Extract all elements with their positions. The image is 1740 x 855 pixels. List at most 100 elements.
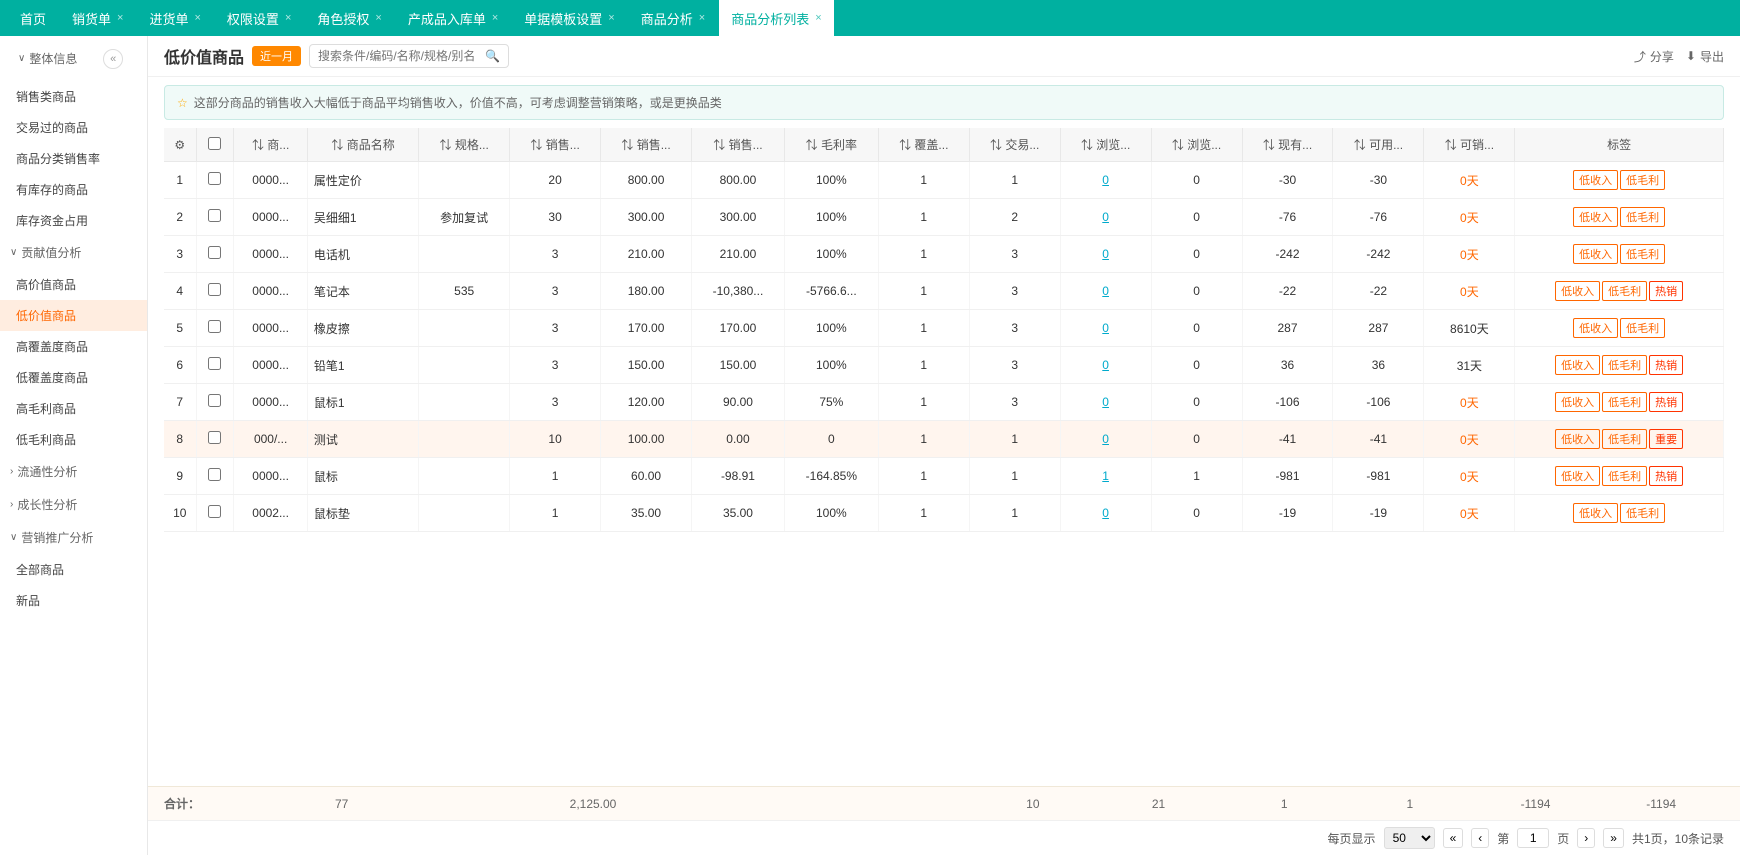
nav-product-inbound[interactable]: 产成品入库单 × xyxy=(396,0,510,36)
sidebar-item-stock-products[interactable]: 有库存的商品 xyxy=(0,174,147,205)
select-all-checkbox[interactable] xyxy=(208,137,221,150)
per-page-select[interactable]: 50 100 200 xyxy=(1384,827,1435,849)
row-checkbox-cell xyxy=(196,384,234,421)
row-name: 鼠标垫 xyxy=(307,495,418,532)
sidebar-item-sales-products[interactable]: 销售类商品 xyxy=(0,81,147,112)
col-views1[interactable]: ⇅ 浏览... xyxy=(1060,128,1151,162)
col-checkbox[interactable] xyxy=(196,128,234,162)
row-views1[interactable]: 1 xyxy=(1060,458,1151,495)
sidebar-item-new-products[interactable]: 新品 xyxy=(0,585,147,616)
export-button[interactable]: ⬇ 导出 xyxy=(1686,48,1724,65)
first-page-button[interactable]: « xyxy=(1443,828,1464,848)
col-trade-count[interactable]: ⇅ 交易... xyxy=(969,128,1060,162)
row-checkbox[interactable] xyxy=(208,394,221,407)
close-product-analysis[interactable]: × xyxy=(699,12,705,24)
footer-values: 77 2,125.00 10 21 1 1 -1194 -1194 xyxy=(216,797,1724,811)
row-sellable-days: 0天 xyxy=(1424,162,1515,199)
row-trade-count: 3 xyxy=(969,310,1060,347)
close-product-inbound[interactable]: × xyxy=(492,12,498,24)
row-checkbox[interactable] xyxy=(208,246,221,259)
search-input[interactable] xyxy=(309,44,509,68)
close-role-auth[interactable]: × xyxy=(375,12,381,24)
close-permission-settings[interactable]: × xyxy=(285,12,291,24)
nav-sales-order[interactable]: 销货单 × xyxy=(60,0,135,36)
col-code[interactable]: ⇅ 商... xyxy=(234,128,307,162)
nav-purchase-order[interactable]: 进货单 × xyxy=(137,0,212,36)
sidebar-item-traded-products[interactable]: 交易过的商品 xyxy=(0,112,147,143)
row-checkbox[interactable] xyxy=(208,431,221,444)
close-product-analysis-list[interactable]: × xyxy=(815,12,821,24)
row-views1[interactable]: 0 xyxy=(1060,162,1151,199)
next-page-button[interactable]: › xyxy=(1577,828,1595,848)
row-tags: 低收入低毛利热销 xyxy=(1515,273,1724,310)
col-sale-qty[interactable]: ⇅ 销售... xyxy=(510,128,601,162)
row-views1[interactable]: 0 xyxy=(1060,310,1151,347)
col-views2[interactable]: ⇅ 浏览... xyxy=(1151,128,1242,162)
row-views1[interactable]: 0 xyxy=(1060,495,1151,532)
section-growth-analysis[interactable]: › 成长性分析 xyxy=(0,488,147,521)
col-sellable-stock[interactable]: ⇅ 可销... xyxy=(1424,128,1515,162)
nav-product-analysis[interactable]: 商品分析 × xyxy=(629,0,717,36)
sidebar-item-all-products[interactable]: 全部商品 xyxy=(0,554,147,585)
col-gross-margin[interactable]: ⇅ 毛利率 xyxy=(784,128,878,162)
col-available-stock[interactable]: ⇅ 可用... xyxy=(1333,128,1424,162)
nav-template-settings[interactable]: 单据模板设置 × xyxy=(512,0,626,36)
sidebar-item-low-coverage[interactable]: 低覆盖度商品 xyxy=(0,362,147,393)
row-views1[interactable]: 0 xyxy=(1060,347,1151,384)
sidebar-collapse-button[interactable]: « xyxy=(103,49,123,69)
col-sale-price[interactable]: ⇅ 销售... xyxy=(601,128,692,162)
col-settings[interactable]: ⚙ xyxy=(164,128,196,162)
row-views1[interactable]: 0 xyxy=(1060,199,1151,236)
row-gross-margin: 100% xyxy=(784,199,878,236)
row-checkbox[interactable] xyxy=(208,172,221,185)
row-checkbox[interactable] xyxy=(208,357,221,370)
nav-home[interactable]: 首页 xyxy=(8,0,58,36)
section-overall-info[interactable]: ∨ 整体信息 xyxy=(8,42,87,75)
row-trade-count: 3 xyxy=(969,236,1060,273)
col-sale-amount[interactable]: ⇅ 销售... xyxy=(692,128,785,162)
row-current-stock: -106 xyxy=(1242,384,1333,421)
row-views1[interactable]: 0 xyxy=(1060,421,1151,458)
row-checkbox[interactable] xyxy=(208,468,221,481)
row-views1[interactable]: 0 xyxy=(1060,273,1151,310)
row-views2: 0 xyxy=(1151,273,1242,310)
share-button[interactable]: ⤴ 分享 xyxy=(1634,48,1674,65)
sidebar-item-high-value[interactable]: 高价值商品 xyxy=(0,269,147,300)
info-text: 这部分商品的销售收入大幅低于商品平均销售收入，价值不高，可考虑调整营销策略，或是… xyxy=(194,94,722,111)
col-spec[interactable]: ⇅ 规格... xyxy=(419,128,510,162)
section-contribution-analysis[interactable]: ∨ 贡献值分析 xyxy=(0,236,147,269)
nav-product-analysis-list[interactable]: 商品分析列表 × xyxy=(719,0,833,36)
data-table-wrapper[interactable]: ⚙ ⇅ 商... ⇅ 商品名称 ⇅ 规格... ⇅ 销售... ⇅ 销售... … xyxy=(148,128,1740,786)
search-icon[interactable]: 🔍 xyxy=(485,49,500,63)
sidebar-item-high-coverage[interactable]: 高覆盖度商品 xyxy=(0,331,147,362)
row-views1[interactable]: 0 xyxy=(1060,384,1151,421)
row-views2: 0 xyxy=(1151,236,1242,273)
nav-role-auth[interactable]: 角色授权 × xyxy=(305,0,393,36)
row-checkbox[interactable] xyxy=(208,283,221,296)
section-marketing-analysis[interactable]: ∨ 营销推广分析 xyxy=(0,521,147,554)
section-circulation-analysis[interactable]: › 流通性分析 xyxy=(0,455,147,488)
page-number-input[interactable] xyxy=(1517,828,1549,848)
sidebar-item-category-sales-rate[interactable]: 商品分类销售率 xyxy=(0,143,147,174)
row-sale-qty: 3 xyxy=(510,236,601,273)
row-checkbox[interactable] xyxy=(208,505,221,518)
row-number: 6 xyxy=(164,347,196,384)
time-filter-button[interactable]: 近一月 xyxy=(252,46,301,66)
row-checkbox[interactable] xyxy=(208,320,221,333)
sidebar-item-low-margin[interactable]: 低毛利商品 xyxy=(0,424,147,455)
row-views1[interactable]: 0 xyxy=(1060,236,1151,273)
close-template-settings[interactable]: × xyxy=(608,12,614,24)
prev-page-button[interactable]: ‹ xyxy=(1471,828,1489,848)
table-row: 70000...鼠标13120.0090.0075%1300-106-1060天… xyxy=(164,384,1724,421)
close-sales-order[interactable]: × xyxy=(117,12,123,24)
nav-permission-settings[interactable]: 权限设置 × xyxy=(215,0,303,36)
sidebar-item-low-value[interactable]: 低价值商品 xyxy=(0,300,147,331)
sidebar-item-high-margin[interactable]: 高毛利商品 xyxy=(0,393,147,424)
close-purchase-order[interactable]: × xyxy=(194,12,200,24)
sidebar-item-inventory-capital[interactable]: 库存资金占用 xyxy=(0,205,147,236)
col-current-stock[interactable]: ⇅ 现有... xyxy=(1242,128,1333,162)
row-checkbox[interactable] xyxy=(208,209,221,222)
col-name[interactable]: ⇅ 商品名称 xyxy=(307,128,418,162)
last-page-button[interactable]: » xyxy=(1603,828,1624,848)
col-coverage[interactable]: ⇅ 覆盖... xyxy=(878,128,969,162)
